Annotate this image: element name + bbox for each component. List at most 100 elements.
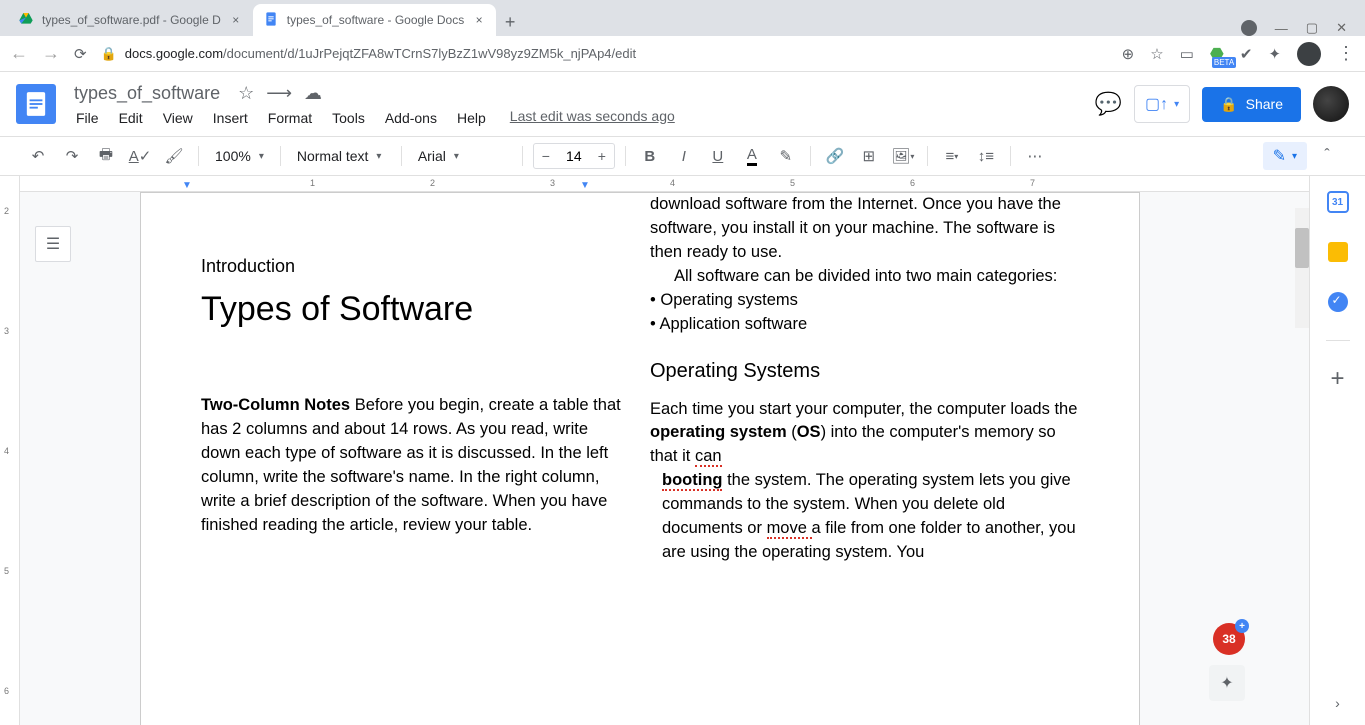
more-icon[interactable]: ⋯ xyxy=(1021,142,1049,170)
menu-edit[interactable]: Edit xyxy=(111,108,151,128)
star-icon[interactable]: ☆ xyxy=(238,83,254,104)
paragraph-two-column-notes[interactable]: Two-Column Notes Before you begin, creat… xyxy=(201,394,630,538)
browser-tab-drive[interactable]: types_of_software.pdf - Google D × xyxy=(8,4,253,36)
line-spacing-icon[interactable]: ↕≡ xyxy=(972,142,1000,170)
lock-icon: 🔒 xyxy=(101,46,117,62)
url-host: docs.google.com xyxy=(125,46,223,61)
scrollbar[interactable] xyxy=(1295,208,1309,328)
bullet-item[interactable]: • Application software xyxy=(650,313,1079,337)
indent-marker-icon[interactable]: ▼ xyxy=(580,180,590,191)
paragraph-style-select[interactable]: Normal text▾ xyxy=(291,148,391,164)
document-h1[interactable]: Types of Software xyxy=(201,285,630,334)
tab-title: types_of_software - Google Docs xyxy=(287,13,464,27)
collapse-side-panel-icon[interactable]: › xyxy=(1335,695,1340,711)
explore-button[interactable]: ✦ xyxy=(1209,665,1245,701)
spellcheck-icon[interactable]: A✓ xyxy=(126,142,154,170)
comments-icon[interactable]: 💬 xyxy=(1095,91,1122,117)
menu-insert[interactable]: Insert xyxy=(205,108,256,128)
horizontal-ruler[interactable]: ▼ 1 2 3 ▼ 4 5 6 7 xyxy=(20,176,1309,192)
shield-icon[interactable]: ✔ xyxy=(1240,45,1253,63)
document-outline-icon[interactable]: ☰ xyxy=(35,226,71,262)
extensions-icon[interactable]: ✦ xyxy=(1268,45,1281,63)
docs-header: types_of_software ☆ ⟶ ☁ File Edit View I… xyxy=(0,72,1365,136)
close-icon[interactable]: × xyxy=(472,13,486,27)
share-button[interactable]: 🔒 Share xyxy=(1202,87,1301,122)
editing-mode-button[interactable]: ✎ ▾ xyxy=(1263,142,1307,170)
paragraph-categories[interactable]: All software can be divided into two mai… xyxy=(650,265,1079,289)
browser-menu-icon[interactable]: ⋮ xyxy=(1337,43,1355,64)
menu-file[interactable]: File xyxy=(68,108,107,128)
zoom-icon[interactable]: ⊕ xyxy=(1122,45,1135,63)
redo-icon[interactable]: ↷ xyxy=(58,142,86,170)
spelling-error[interactable]: can xyxy=(695,447,722,467)
vertical-ruler[interactable]: 2 3 4 5 6 xyxy=(0,176,20,725)
close-icon[interactable]: × xyxy=(229,13,243,27)
insert-image-icon[interactable]: 🖼▾ xyxy=(889,142,917,170)
maximize-icon[interactable]: ▢ xyxy=(1306,20,1318,36)
align-icon[interactable]: ≡▾ xyxy=(938,142,966,170)
move-icon[interactable]: ⟶ xyxy=(266,83,292,104)
menu-help[interactable]: Help xyxy=(449,108,494,128)
document-title-input[interactable]: types_of_software xyxy=(68,81,226,106)
cloud-status-icon[interactable]: ☁ xyxy=(304,83,322,104)
keep-icon[interactable] xyxy=(1326,240,1350,264)
add-addon-icon[interactable]: + xyxy=(1326,367,1350,391)
calendar-icon[interactable]: 31 xyxy=(1326,190,1350,214)
account-icon[interactable] xyxy=(1241,20,1257,36)
url-path: /document/d/1uJrPejqtZFA8wTCrnS7lyBzZ1wV… xyxy=(223,46,636,61)
spelling-error[interactable]: booting xyxy=(662,471,722,491)
forward-icon: → xyxy=(42,43,60,64)
menu-format[interactable]: Format xyxy=(260,108,320,128)
insert-comment-icon[interactable]: ⊞ xyxy=(855,142,883,170)
extension-reader-icon[interactable]: ▭ xyxy=(1180,45,1194,63)
bold-icon[interactable]: B xyxy=(636,142,664,170)
text-color-icon[interactable]: A xyxy=(738,142,766,170)
minimize-icon[interactable]: — xyxy=(1275,21,1288,36)
profile-avatar[interactable] xyxy=(1297,42,1321,66)
paint-format-icon[interactable]: 🖌 xyxy=(160,142,188,170)
last-edit-link[interactable]: Last edit was seconds ago xyxy=(510,108,675,128)
increase-font-icon[interactable]: + xyxy=(590,144,614,168)
print-icon[interactable]: 🖶 xyxy=(92,142,120,170)
font-select[interactable]: Arial▾ xyxy=(412,148,512,164)
paragraph-os[interactable]: Each time you start your computer, the c… xyxy=(650,398,1079,470)
menu-bar: File Edit View Insert Format Tools Add-o… xyxy=(68,108,1083,128)
url-input[interactable]: 🔒 docs.google.com/document/d/1uJrPejqtZF… xyxy=(101,46,1108,62)
collapse-toolbar-icon[interactable]: ˆ xyxy=(1313,142,1341,170)
back-icon[interactable]: ← xyxy=(10,43,28,64)
browser-address-bar: ← → ⟳ 🔒 docs.google.com/document/d/1uJrP… xyxy=(0,36,1365,72)
reload-icon[interactable]: ⟳ xyxy=(74,45,87,63)
close-window-icon[interactable]: ✕ xyxy=(1336,20,1347,36)
italic-icon[interactable]: I xyxy=(670,142,698,170)
intro-heading[interactable]: Introduction xyxy=(201,253,630,279)
font-size-stepper[interactable]: − 14 + xyxy=(533,143,615,169)
new-tab-button[interactable]: + xyxy=(496,8,524,36)
undo-icon[interactable]: ↶ xyxy=(24,142,52,170)
tasks-icon[interactable] xyxy=(1326,290,1350,314)
docs-logo-icon[interactable] xyxy=(16,84,56,124)
spelling-error[interactable]: move xyxy=(767,519,812,539)
decrease-font-icon[interactable]: − xyxy=(534,144,558,168)
menu-tools[interactable]: Tools xyxy=(324,108,373,128)
notification-badge[interactable]: 38 + xyxy=(1213,623,1245,655)
zoom-select[interactable]: 100%▾ xyxy=(209,148,270,164)
highlight-icon[interactable]: ✎ xyxy=(772,142,800,170)
present-button[interactable]: ▢↑ ▾ xyxy=(1134,85,1190,123)
indent-marker-icon[interactable]: ▼ xyxy=(182,180,192,191)
paragraph-booting[interactable]: booting the system. The operating system… xyxy=(650,469,1079,565)
menu-view[interactable]: View xyxy=(155,108,201,128)
insert-link-icon[interactable]: 🔗 xyxy=(821,142,849,170)
extension-beta-icon[interactable]: ⬣ BETA xyxy=(1210,44,1224,64)
account-avatar[interactable] xyxy=(1313,86,1349,122)
browser-tab-docs[interactable]: types_of_software - Google Docs × xyxy=(253,4,496,36)
bullet-item[interactable]: • Operating systems xyxy=(650,289,1079,313)
font-size-input[interactable]: 14 xyxy=(558,148,590,164)
scrollbar-thumb[interactable] xyxy=(1295,228,1309,268)
menu-addons[interactable]: Add-ons xyxy=(377,108,445,128)
document-h2[interactable]: Operating Systems xyxy=(650,357,1079,386)
underline-icon[interactable]: U xyxy=(704,142,732,170)
document-page[interactable]: Introduction Types of Software Two-Colum… xyxy=(140,192,1140,725)
star-icon[interactable]: ☆ xyxy=(1150,45,1163,63)
paragraph-download[interactable]: download software from the Internet. Onc… xyxy=(650,193,1079,265)
browser-tab-strip: types_of_software.pdf - Google D × types… xyxy=(0,0,1365,36)
